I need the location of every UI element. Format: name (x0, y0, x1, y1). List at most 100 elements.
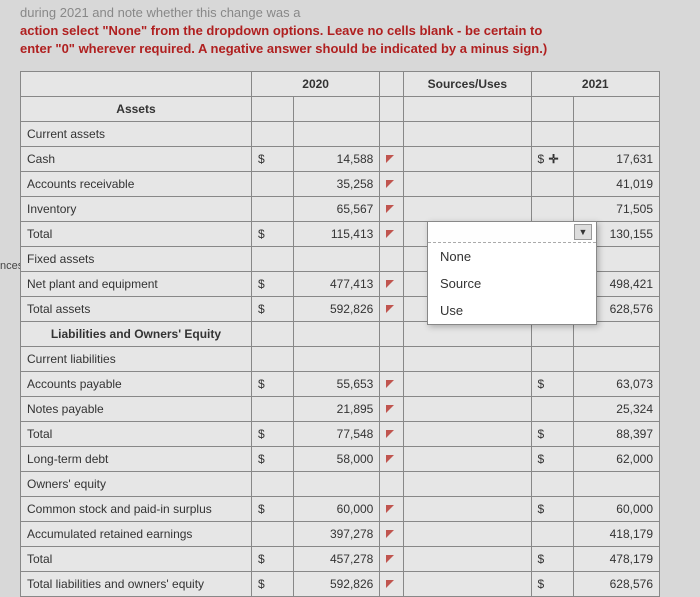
changed-flag (380, 496, 404, 521)
sources-uses-cell (404, 346, 531, 371)
value-2020: 115,413 (294, 221, 380, 246)
value-2021: 60,000 (573, 496, 659, 521)
currency-2020: $ (251, 496, 293, 521)
chevron-down-icon[interactable]: ▼ (574, 224, 592, 240)
currency-2021 (531, 521, 573, 546)
instruction-line1: action select "None" from the dropdown o… (20, 23, 542, 38)
currency-2020: $ (251, 421, 293, 446)
value-2021: 88,397 (573, 421, 659, 446)
value-2021: 17,631 (573, 146, 659, 171)
sources-uses-cell[interactable] (404, 371, 531, 396)
dropdown-option-none[interactable]: None (428, 243, 596, 270)
value-2020: 60,000 (294, 496, 380, 521)
sources-uses-cell[interactable] (404, 171, 531, 196)
value-2020 (294, 471, 380, 496)
sources-uses-cell[interactable] (404, 496, 531, 521)
changed-flag (380, 421, 404, 446)
value-2020 (294, 346, 380, 371)
currency-2020: $ (251, 571, 293, 596)
sources-uses-cell[interactable] (404, 196, 531, 221)
sources-uses-cell[interactable] (404, 446, 531, 471)
value-2020: 21,895 (294, 396, 380, 421)
changed-flag (380, 571, 404, 596)
currency-2021 (531, 396, 573, 421)
changed-flag (380, 546, 404, 571)
instruction-line2: enter "0" wherever required. A negative … (20, 41, 547, 56)
value-2021 (573, 121, 659, 146)
value-2020: 397,278 (294, 521, 380, 546)
row-label: Long-term debt (21, 446, 252, 471)
sources-uses-cell[interactable] (404, 396, 531, 421)
row-label: Total (21, 221, 252, 246)
row-label: Accumulated retained earnings (21, 521, 252, 546)
dropdown-option-use[interactable]: Use (428, 297, 596, 324)
row-label: Inventory (21, 196, 252, 221)
currency-2021: $ (531, 496, 573, 521)
value-2020: 14,588 (294, 146, 380, 171)
currency-2021 (531, 346, 573, 371)
row-label: Total (21, 546, 252, 571)
row-label: Total (21, 421, 252, 446)
sources-uses-cell[interactable] (404, 521, 531, 546)
row-label: Total liabilities and owners' equity (21, 571, 252, 596)
row-label: Current liabilities (21, 346, 252, 371)
currency-2021 (531, 196, 573, 221)
sources-uses-cell[interactable] (404, 146, 531, 171)
row-label: Total assets (21, 296, 252, 321)
currency-2020 (251, 471, 293, 496)
currency-2020 (251, 246, 293, 271)
changed-flag (380, 471, 404, 496)
value-2021: 63,073 (573, 371, 659, 396)
value-2020: 477,413 (294, 271, 380, 296)
currency-2020: $ (251, 546, 293, 571)
sources-uses-cell (404, 471, 531, 496)
currency-2020: $ (251, 146, 293, 171)
value-2021: 478,179 (573, 546, 659, 571)
value-2021: 628,576 (573, 571, 659, 596)
value-2020: 65,567 (294, 196, 380, 221)
currency-2020 (251, 346, 293, 371)
sources-uses-cell[interactable] (404, 571, 531, 596)
currency-2021: $ ✛ (531, 146, 573, 171)
value-2020: 55,653 (294, 371, 380, 396)
dropdown-trigger[interactable]: ▼ (428, 222, 596, 243)
instruction-gray: during 2021 and note whether this change… (20, 5, 300, 20)
row-label: Cash (21, 146, 252, 171)
changed-flag (380, 396, 404, 421)
sources-uses-cell[interactable] (404, 546, 531, 571)
currency-2020 (251, 121, 293, 146)
row-label: Notes payable (21, 396, 252, 421)
currency-2021: $ (531, 371, 573, 396)
row-label: Net plant and equipment (21, 271, 252, 296)
value-2020: 457,278 (294, 546, 380, 571)
dropdown-option-source[interactable]: Source (428, 270, 596, 297)
sources-uses-cell[interactable] (404, 421, 531, 446)
section-assets: Assets (21, 96, 252, 121)
currency-2020: $ (251, 371, 293, 396)
value-2020 (294, 246, 380, 271)
currency-2020 (251, 196, 293, 221)
header-mark (380, 71, 404, 96)
currency-2020: $ (251, 296, 293, 321)
section-liabilities: Liabilities and Owners' Equity (21, 321, 252, 346)
currency-2021 (531, 171, 573, 196)
value-2021 (573, 346, 659, 371)
currency-2021: $ (531, 421, 573, 446)
changed-flag (380, 196, 404, 221)
currency-2020: $ (251, 221, 293, 246)
changed-flag (380, 521, 404, 546)
sources-uses-dropdown[interactable]: ▼ None Source Use (427, 221, 597, 325)
header-blank (21, 71, 252, 96)
changed-flag (380, 171, 404, 196)
row-label: Accounts receivable (21, 171, 252, 196)
changed-flag (380, 121, 404, 146)
value-2021: 41,019 (573, 171, 659, 196)
value-2020: 35,258 (294, 171, 380, 196)
row-label: Fixed assets (21, 246, 252, 271)
header-2021: 2021 (531, 71, 659, 96)
row-label: Common stock and paid-in surplus (21, 496, 252, 521)
changed-flag (380, 221, 404, 246)
currency-2021 (531, 121, 573, 146)
changed-flag (380, 246, 404, 271)
currency-2021 (531, 471, 573, 496)
